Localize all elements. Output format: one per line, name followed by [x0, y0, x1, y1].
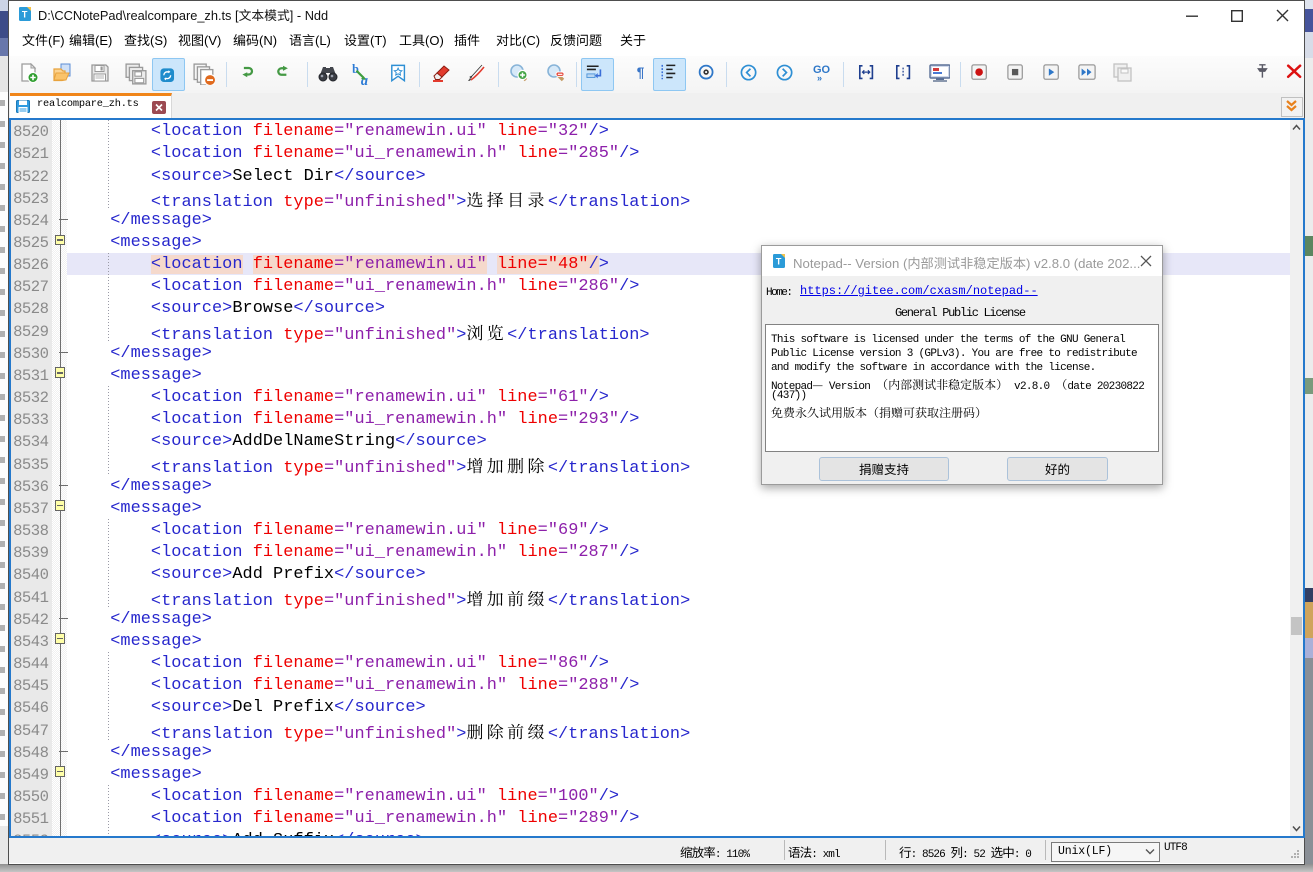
svg-text:T: T [776, 257, 782, 267]
svg-text:T: T [22, 10, 28, 20]
svg-text:b: b [352, 63, 359, 76]
svg-text:»: » [817, 73, 822, 83]
svg-text:¶: ¶ [637, 65, 645, 80]
